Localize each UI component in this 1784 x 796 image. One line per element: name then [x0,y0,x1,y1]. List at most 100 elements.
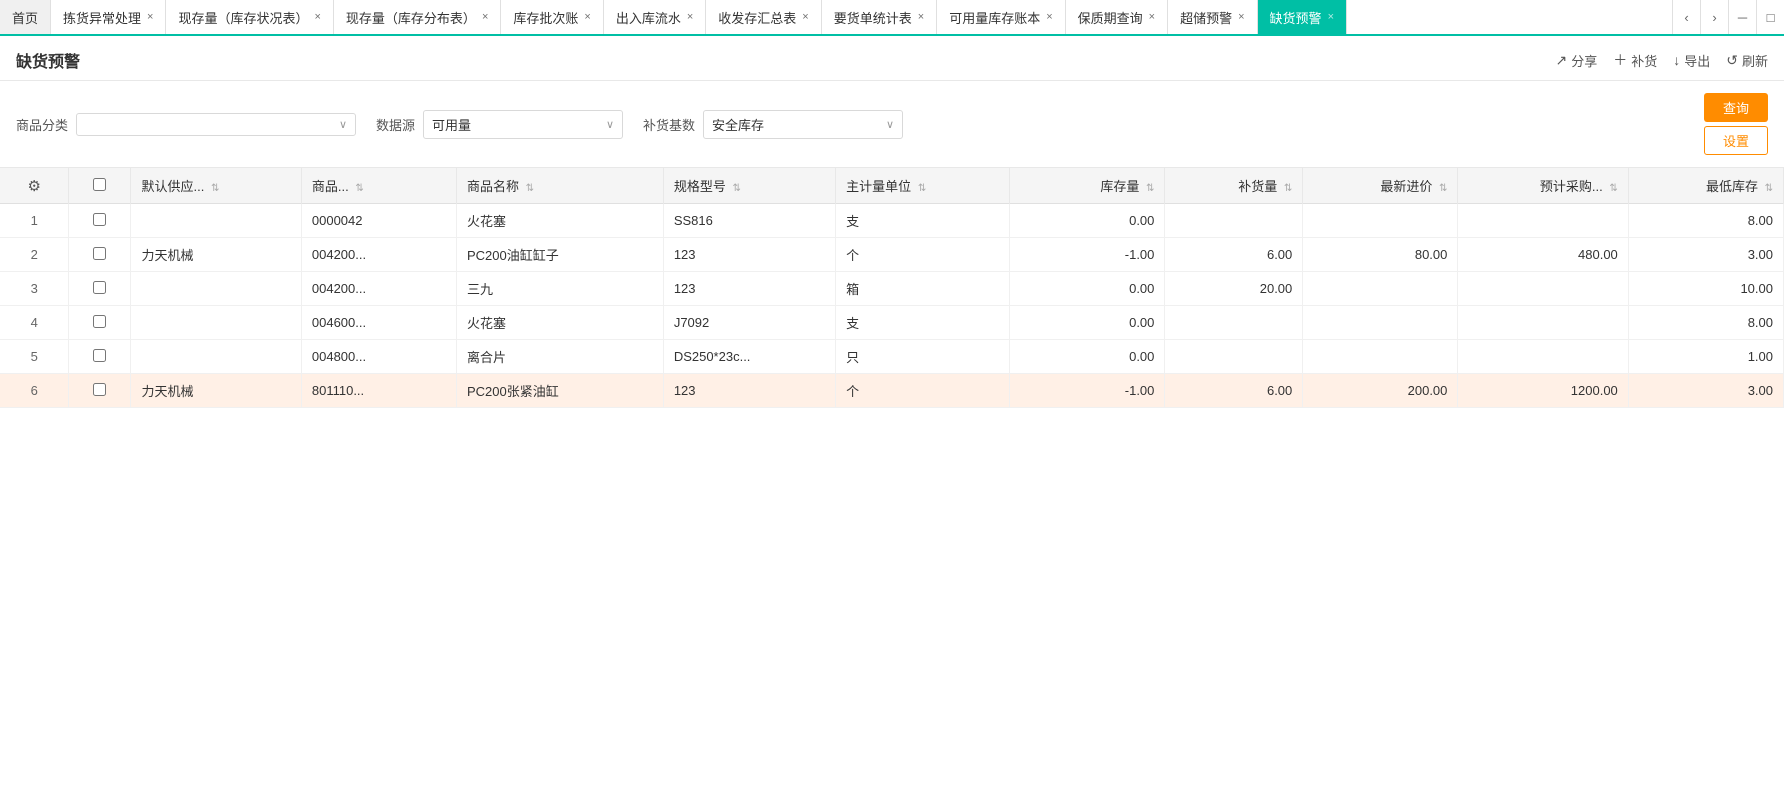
tab-inventory-status[interactable]: 现存量（库存状况表） × [166,0,333,34]
tab-close-4[interactable]: × [584,11,590,23]
tab-close-9[interactable]: × [1149,11,1155,23]
row-checkbox[interactable] [93,383,106,396]
cell-supplier [131,306,301,340]
cell-latest-price [1303,272,1458,306]
th-supplier[interactable]: 默认供应... ⇅ [131,168,301,204]
th-spec[interactable]: 规格型号 ⇅ [663,168,835,204]
cell-stock: 0.00 [1010,340,1165,374]
cell-index: 3 [0,272,69,306]
refresh-icon: ↺ [1726,52,1738,69]
row-checkbox[interactable] [93,247,106,260]
cell-replenish: 20.00 [1165,272,1303,306]
th-estimated-purchase[interactable]: 预计采购... ⇅ [1458,168,1628,204]
cell-min-stock: 3.00 [1628,374,1783,408]
settings-button[interactable]: 设置 [1704,126,1768,155]
cell-checkbox[interactable] [69,374,131,408]
refresh-button[interactable]: ↺ 刷新 [1726,51,1768,70]
tab-expiry[interactable]: 保质期查询 × [1066,0,1168,34]
cell-checkbox[interactable] [69,340,131,374]
query-button[interactable]: 查询 [1704,93,1768,122]
row-checkbox[interactable] [93,213,106,226]
table-row[interactable]: 6 力天机械 801110... PC200张紧油缸 123 个 -1.00 6… [0,374,1784,408]
gear-icon[interactable]: ⚙ [27,178,40,195]
tab-inout-flow[interactable]: 出入库流水 × [604,0,706,34]
th-stock[interactable]: 库存量 ⇅ [1010,168,1165,204]
replenish-base-select[interactable]: 安全库存 ∨ [703,110,903,139]
cell-unit: 支 [836,204,1010,238]
cell-checkbox[interactable] [69,204,131,238]
th-min-stock[interactable]: 最低库存 ⇅ [1628,168,1783,204]
th-replenish[interactable]: 补货量 ⇅ [1165,168,1303,204]
tab-batch-account[interactable]: 库存批次账 × [501,0,603,34]
tab-home[interactable]: 首页 [0,0,51,34]
page-title: 缺货预警 [16,48,80,72]
cell-replenish: 6.00 [1165,238,1303,272]
tab-close-8[interactable]: × [1046,11,1052,23]
table-row[interactable]: 1 0000042 火花塞 SS816 支 0.00 8.00 [0,204,1784,238]
datasource-select[interactable]: 可用量 ∨ [423,110,623,139]
tab-close-2[interactable]: × [314,11,320,23]
tab-requisition[interactable]: 要货单统计表 × [822,0,937,34]
export-icon: ↓ [1673,52,1680,68]
tab-close-6[interactable]: × [802,11,808,23]
tab-scroll-left[interactable]: ‹ [1672,0,1700,35]
row-checkbox[interactable] [93,281,106,294]
th-code[interactable]: 商品... ⇅ [301,168,456,204]
th-unit[interactable]: 主计量单位 ⇅ [836,168,1010,204]
replenish-icon: ＋ [1613,50,1627,70]
category-label: 商品分类 [16,115,68,134]
table-row[interactable]: 2 力天机械 004200... PC200油缸缸子 123 个 -1.00 6… [0,238,1784,272]
share-button[interactable]: ↗ 分享 [1555,51,1597,70]
select-all-checkbox[interactable] [93,178,106,191]
sort-supplier-icon: ⇅ [211,183,219,194]
th-settings[interactable]: ⚙ [0,168,69,204]
table-row[interactable]: 5 004800... 离合片 DS250*23c... 只 0.00 1.00 [0,340,1784,374]
cell-estimated-purchase [1458,204,1628,238]
tab-close-10[interactable]: × [1238,11,1244,23]
cell-supplier [131,272,301,306]
tab-close-1[interactable]: × [147,11,153,23]
category-select[interactable]: ∨ [76,113,356,136]
sort-stock-icon: ⇅ [1146,183,1154,194]
tab-close-11[interactable]: × [1328,11,1334,23]
tab-overstock[interactable]: 超储预警 × [1168,0,1257,34]
table-row[interactable]: 4 004600... 火花塞 J7092 支 0.00 8.00 [0,306,1784,340]
tab-close-7[interactable]: × [918,11,924,23]
cell-index: 1 [0,204,69,238]
tab-close-3[interactable]: × [482,11,488,23]
replenish-base-arrow-icon: ∨ [886,118,894,131]
tab-minimize[interactable]: － [1728,0,1756,35]
th-latest-price[interactable]: 最新进价 ⇅ [1303,168,1458,204]
export-button[interactable]: ↓ 导出 [1673,51,1710,70]
cell-spec: 123 [663,374,835,408]
replenish-base-label: 补货基数 [643,115,695,134]
tab-summary[interactable]: 收发存汇总表 × [706,0,821,34]
cell-estimated-purchase [1458,340,1628,374]
datasource-value: 可用量 [432,115,471,134]
cell-spec: J7092 [663,306,835,340]
cell-unit: 箱 [836,272,1010,306]
cell-checkbox[interactable] [69,238,131,272]
tab-close-5[interactable]: × [687,11,693,23]
cell-checkbox[interactable] [69,306,131,340]
cell-code: 004600... [301,306,456,340]
replenish-button[interactable]: ＋ 补货 [1613,50,1657,70]
cell-min-stock: 3.00 [1628,238,1783,272]
table-container: ⚙ 默认供应... ⇅ 商品... ⇅ [0,168,1784,408]
tab-maximize[interactable]: □ [1756,0,1784,35]
replenish-base-filter-group: 补货基数 安全库存 ∨ [643,110,903,139]
tab-shortage[interactable]: 缺货预警 × [1258,0,1347,34]
tab-scroll-right[interactable]: › [1700,0,1728,35]
table-body: 1 0000042 火花塞 SS816 支 0.00 8.00 2 力天机械 0… [0,204,1784,408]
cell-checkbox[interactable] [69,272,131,306]
cell-supplier [131,204,301,238]
row-checkbox[interactable] [93,349,106,362]
row-checkbox[interactable] [93,315,106,328]
th-checkbox[interactable] [69,168,131,204]
th-name[interactable]: 商品名称 ⇅ [456,168,663,204]
tab-bar: 首页 拣货异常处理 × 现存量（库存状况表） × 现存量（库存分布表） × 库存… [0,0,1784,36]
tab-picking-exception[interactable]: 拣货异常处理 × [51,0,166,34]
tab-available-ledger[interactable]: 可用量库存账本 × [937,0,1065,34]
table-row[interactable]: 3 004200... 三九 123 箱 0.00 20.00 10.00 [0,272,1784,306]
tab-inventory-dist[interactable]: 现存量（库存分布表） × [334,0,501,34]
